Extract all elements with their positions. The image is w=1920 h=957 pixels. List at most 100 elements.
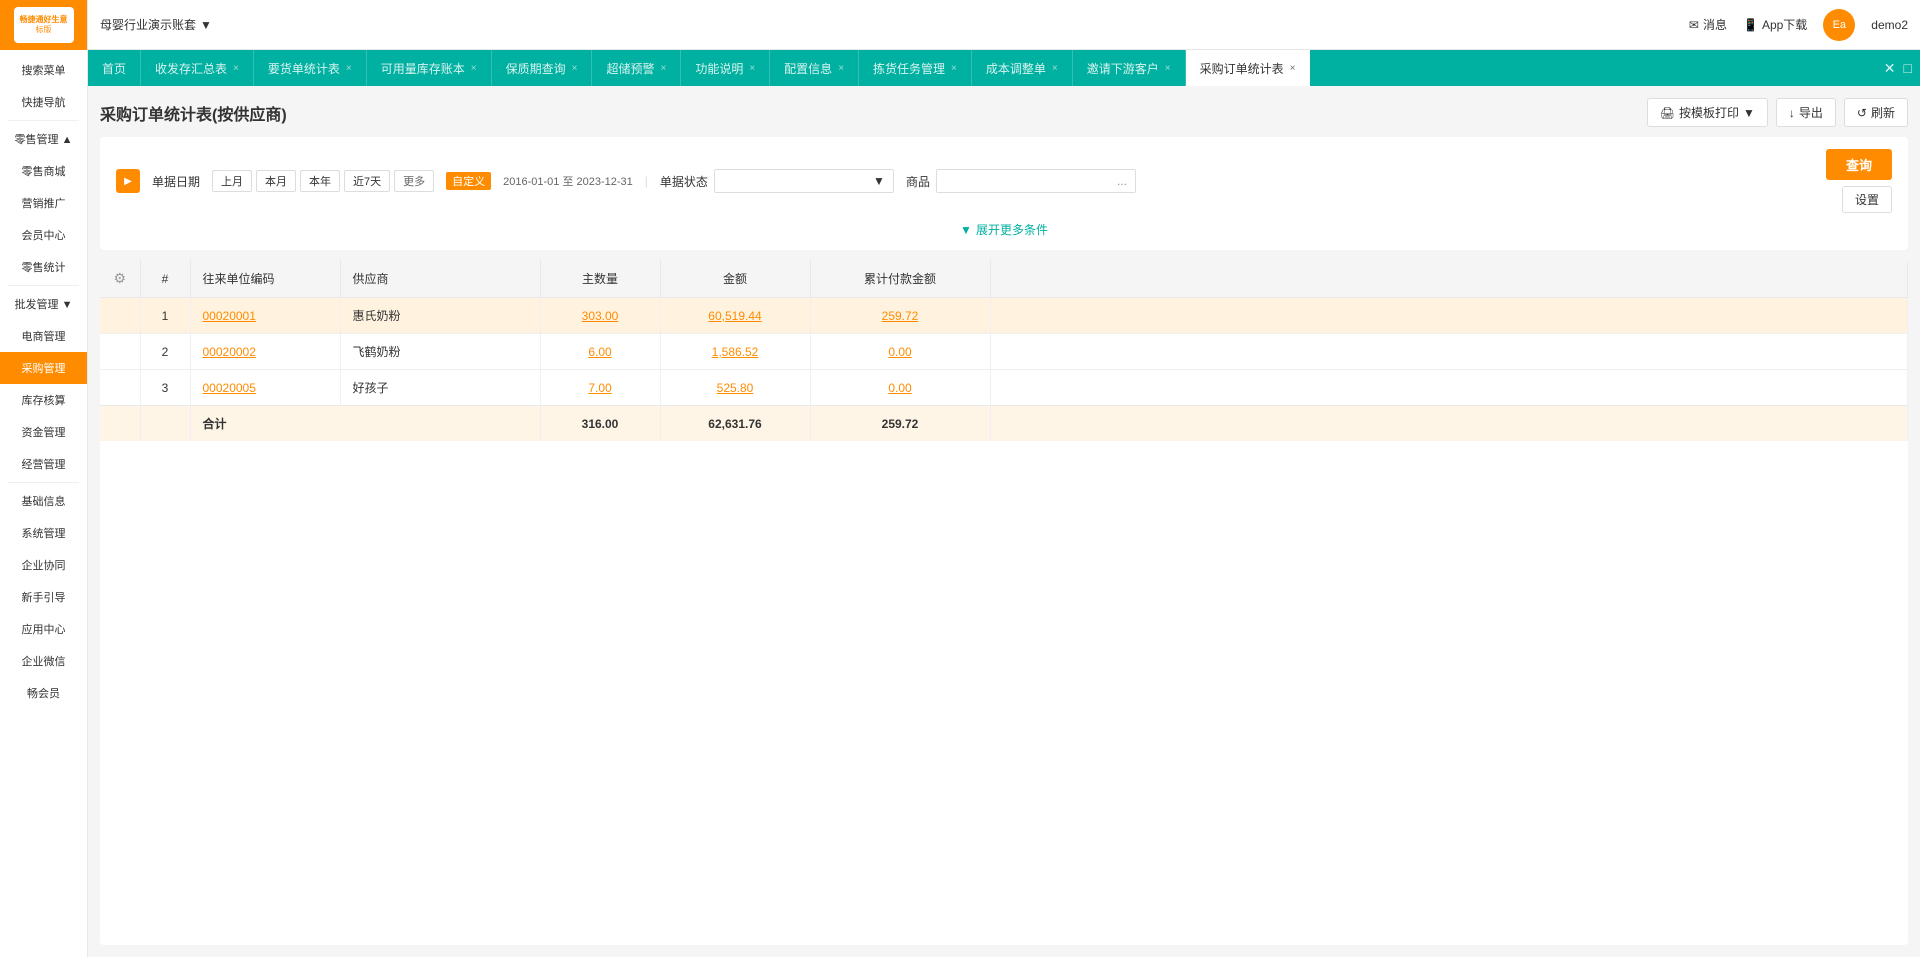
tab-close-purchase-stat[interactable]: × [1290, 63, 1296, 74]
sidebar-item-guide[interactable]: 新手引导 [0, 581, 87, 613]
tab-purchase-stat[interactable]: 采购订单统计表× [1186, 50, 1311, 86]
tab-receivable[interactable]: 收发存汇总表 × [141, 50, 254, 86]
row-3-index: 3 [140, 370, 190, 406]
sidebar-item-system[interactable]: 系统管理 [0, 517, 87, 549]
goods-field: 商品 ... [906, 169, 1136, 193]
tab-close-usable-stock[interactable]: × [471, 63, 477, 74]
date-this-month-btn[interactable]: 本月 [256, 170, 296, 192]
row-2-amount[interactable]: 1,586.52 [660, 334, 810, 370]
account-selector[interactable]: 母婴行业演示账套 ▼ [100, 16, 212, 33]
row-2-qty[interactable]: 6.00 [540, 334, 660, 370]
sidebar-item-vip[interactable]: 畅会员 [0, 677, 87, 709]
row-3-paid[interactable]: 0.00 [810, 370, 990, 406]
settings-btn[interactable]: 设置 [1842, 186, 1892, 213]
phone-icon: 📱 [1743, 18, 1758, 32]
tab-close-warranty[interactable]: × [572, 63, 578, 74]
tab-close-pick-task[interactable]: × [951, 63, 957, 74]
footer-extra [990, 406, 1908, 442]
tab-close-overstock[interactable]: × [660, 63, 666, 74]
row-2-code[interactable]: 00020002 [190, 334, 340, 370]
tab-usable-stock[interactable]: 可用量库存账本× [367, 50, 492, 86]
sidebar-item-purchase[interactable]: 采购管理 [0, 352, 87, 384]
sidebar-item-basic[interactable]: 基础信息 [0, 485, 87, 517]
tab-close-config[interactable]: × [838, 63, 844, 74]
tab-func-desc[interactable]: 功能说明 × [681, 50, 770, 86]
col-amount-header: 金额 [660, 260, 810, 298]
row-1-amount[interactable]: 60,519.44 [660, 298, 810, 334]
row-1-qty[interactable]: 303.00 [540, 298, 660, 334]
sidebar-item-collab[interactable]: 企业协同 [0, 549, 87, 581]
tab-home[interactable]: 首页 [88, 50, 141, 86]
table-row[interactable]: 2 00020002 飞鹤奶粉 6.00 1,586.52 0.00 [100, 334, 1908, 370]
date-7days-btn[interactable]: 近7天 [344, 170, 390, 192]
refresh-btn[interactable]: ↺ 刷新 [1844, 98, 1908, 127]
status-select[interactable]: ▼ [714, 169, 894, 193]
table-row[interactable]: 3 00020005 好孩子 7.00 525.80 0.00 [100, 370, 1908, 406]
sidebar-item-retail[interactable]: 零售管理 ▲ [0, 123, 87, 155]
sidebar-item-ops[interactable]: 经营管理 [0, 448, 87, 480]
sidebar-item-retail-shop[interactable]: 零售商城 [0, 155, 87, 187]
username[interactable]: demo2 [1871, 18, 1908, 32]
date-this-year-btn[interactable]: 本年 [300, 170, 340, 192]
tab-expand-btn[interactable]: □ [1904, 60, 1912, 76]
col-index-header: # [140, 260, 190, 298]
sidebar-item-marketing[interactable]: 营销推广 [0, 187, 87, 219]
page-header: 采购订单统计表(按供应商) 🖨 按模板打印 ▼ ↓ 导出 ↺ 刷新 [100, 98, 1908, 127]
gear-icon[interactable]: ⚙ [113, 270, 126, 286]
tab-close-invite[interactable]: × [1165, 63, 1171, 74]
sidebar-item-app-center[interactable]: 应用中心 [0, 613, 87, 645]
tab-close-all-btn[interactable]: ✕ [1884, 60, 1896, 77]
goods-input[interactable]: ... [936, 169, 1136, 193]
sidebar-item-wechat[interactable]: 企业微信 [0, 645, 87, 677]
tab-close-cost-adj[interactable]: × [1052, 63, 1058, 74]
tab-pick-task-label: 拣货任务管理 [873, 60, 945, 77]
sidebar-item-ecommerce[interactable]: 电商管理 [0, 320, 87, 352]
tab-close-receivable[interactable]: × [233, 63, 239, 74]
tab-func-desc-label: 功能说明 [695, 60, 743, 77]
sidebar-item-member[interactable]: 会员中心 [0, 219, 87, 251]
data-table: ⚙ # 往来单位编码 供应商 主数量 金额 累计付款金额 1 [100, 260, 1908, 441]
tab-close-func-desc[interactable]: × [749, 63, 755, 74]
row-3-amount[interactable]: 525.80 [660, 370, 810, 406]
date-custom: 自定义 [446, 172, 491, 190]
row-1-paid[interactable]: 259.72 [810, 298, 990, 334]
tab-pick-task[interactable]: 拣货任务管理 × [859, 50, 972, 86]
goods-more-icon[interactable]: ... [1117, 174, 1127, 188]
tab-goods-stat[interactable]: 要货单统计表× [254, 50, 367, 86]
tab-receivable-label: 收发存汇总表 [155, 60, 227, 77]
tab-overstock[interactable]: 超储预警× [592, 50, 681, 86]
date-last-month-btn[interactable]: 上月 [212, 170, 252, 192]
row-3-code[interactable]: 00020005 [190, 370, 340, 406]
message-btn[interactable]: ✉ 消息 [1689, 16, 1727, 33]
tab-invite[interactable]: 邀请下游客户× [1073, 50, 1186, 86]
filter-toggle-btn[interactable]: ▶ [116, 169, 140, 193]
col-qty-header: 主数量 [540, 260, 660, 298]
query-btn[interactable]: 查询 [1826, 149, 1892, 180]
sidebar-item-inventory[interactable]: 库存核算 [0, 384, 87, 416]
sidebar-item-retail-stat[interactable]: 零售统计 [0, 251, 87, 283]
filter-right: 查询 设置 [1826, 149, 1892, 213]
table-row[interactable]: 1 00020001 惠氏奶粉 303.00 60,519.44 259.72 [100, 298, 1908, 334]
sidebar-item-search[interactable]: 搜索菜单 [0, 54, 87, 86]
tab-warranty[interactable]: 保质期查询× [492, 50, 593, 86]
app-download-btn[interactable]: 📱 App下载 [1743, 16, 1807, 33]
row-1-code[interactable]: 00020001 [190, 298, 340, 334]
row-3-extra [990, 370, 1908, 406]
sidebar-item-finance[interactable]: 资金管理 [0, 416, 87, 448]
sidebar-item-wholesale[interactable]: 批发管理 ▼ [0, 288, 87, 320]
tab-cost-adj[interactable]: 成本调整单× [972, 50, 1073, 86]
table-footer-row: 合计 316.00 62,631.76 259.72 [100, 406, 1908, 442]
export-btn[interactable]: ↓ 导出 [1776, 98, 1836, 127]
tab-close-goods-stat[interactable]: × [346, 63, 352, 74]
row-1-index: 1 [140, 298, 190, 334]
print-btn[interactable]: 🖨 按模板打印 ▼ [1647, 98, 1768, 127]
user-avatar[interactable]: Ea [1823, 9, 1855, 41]
tab-config[interactable]: 配置信息× [770, 50, 859, 86]
expand-more-filters[interactable]: ▼ 展开更多条件 [116, 221, 1892, 238]
row-3-qty[interactable]: 7.00 [540, 370, 660, 406]
row-2-paid[interactable]: 0.00 [810, 334, 990, 370]
sidebar-item-quick-nav[interactable]: 快捷导航 [0, 86, 87, 118]
avatar-initials: Ea [1833, 19, 1846, 31]
divider-3 [8, 482, 79, 483]
date-more-btn[interactable]: 更多 [394, 170, 434, 192]
